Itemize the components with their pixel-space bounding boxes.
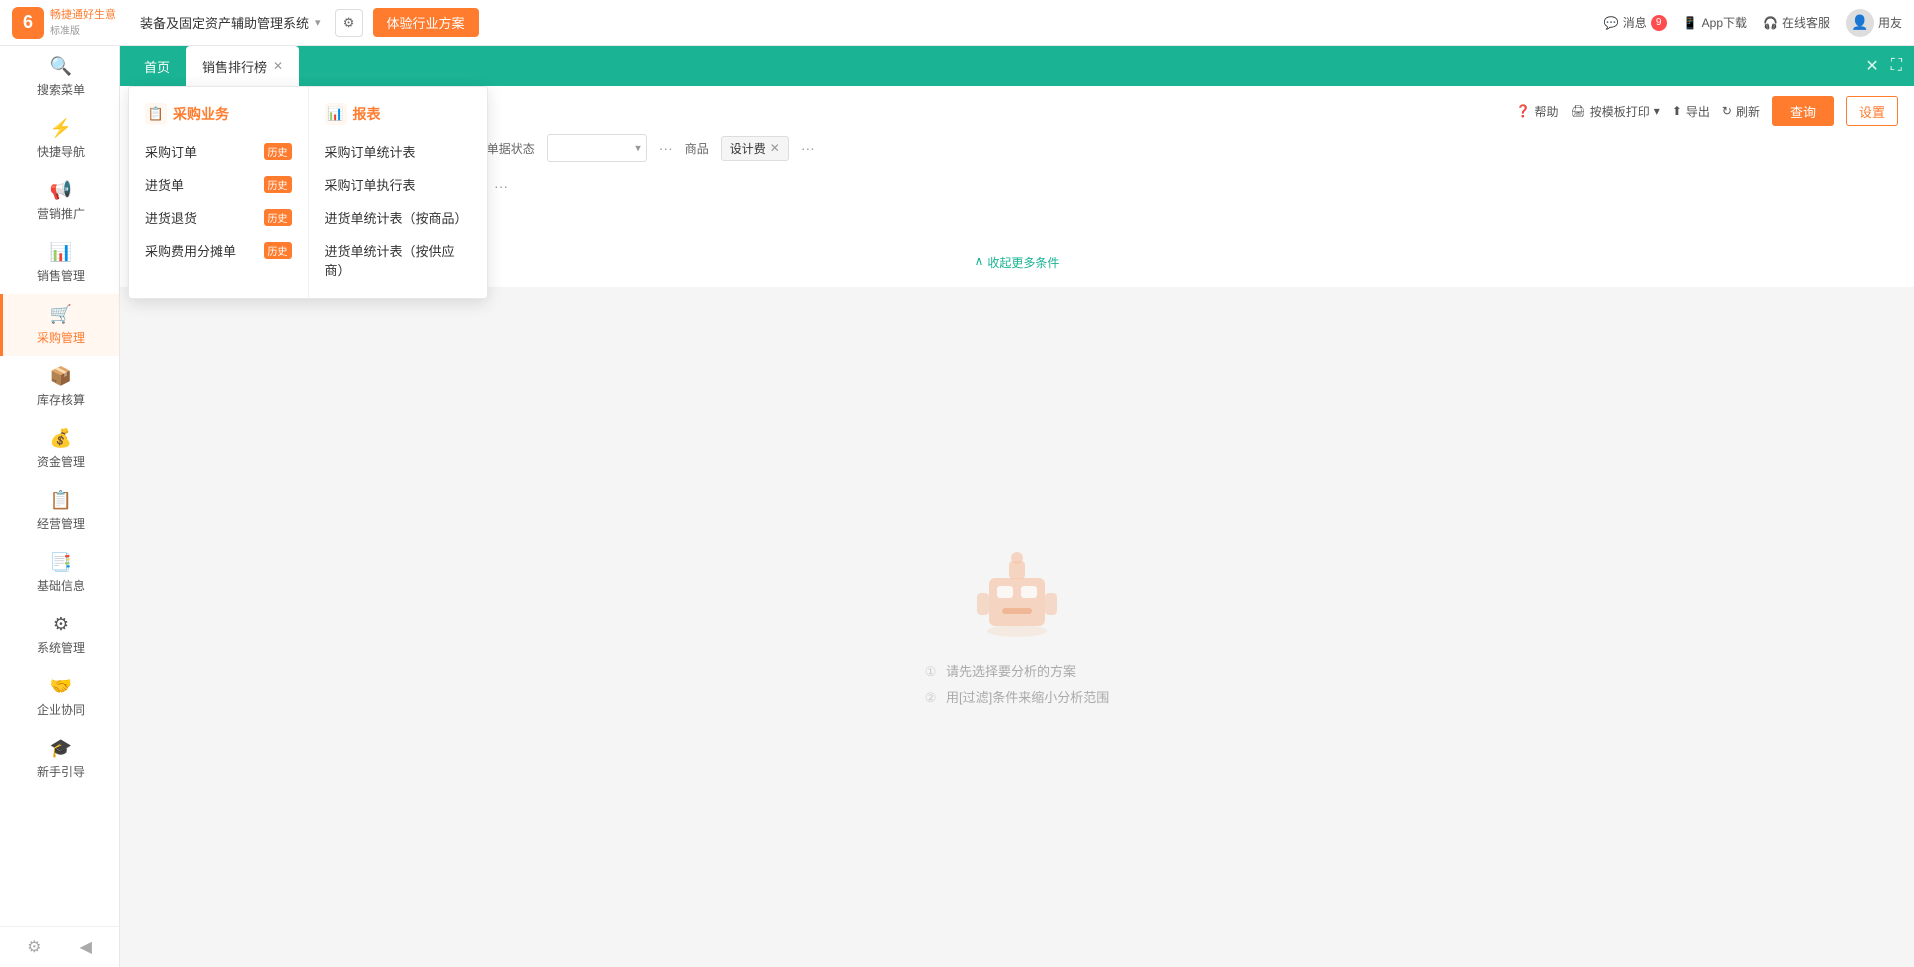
purchase-icon: 🛒 xyxy=(50,304,72,325)
refresh-icon: ↻ xyxy=(1722,104,1732,118)
sidebar-item-quick-nav[interactable]: ⚡ 快捷导航 xyxy=(0,108,119,170)
tab-bar: 首页 销售排行榜 ✕ ✕ ⛶ xyxy=(120,46,1914,86)
sidebar: 🔍 搜索菜单 ⚡ 快捷导航 📢 营销推广 📊 销售管理 🛒 采购管理 📦 库存核… xyxy=(0,46,120,967)
report-header: 📊 报表 xyxy=(309,99,488,135)
help-icon: ❓ xyxy=(1516,104,1531,118)
system-title: 装备及固定资产辅助管理系统 ▾ xyxy=(140,13,327,32)
print-button[interactable]: 🖨 按模板打印 ▾ xyxy=(1571,103,1660,120)
sidebar-item-inventory[interactable]: 📦 库存核算 xyxy=(0,356,119,418)
quick-nav-icon: ⚡ xyxy=(50,118,72,139)
system-icon: ⚙ xyxy=(53,614,69,635)
report-icon: 📊 xyxy=(325,103,347,125)
empty-illustration xyxy=(967,543,1067,643)
goods-tag-close[interactable]: ✕ xyxy=(770,141,780,155)
purchase-business-col: 📋 采购业务 采购订单 历史 进货单 历史 进货退货 历史 采购费用分摊单 历史 xyxy=(129,87,308,298)
tab-maximize-btn[interactable]: ⛶ xyxy=(1887,53,1906,79)
report-col: 📊 报表 采购订单统计表 采购订单执行表 进货单统计表（按商品） 进货单统计表（… xyxy=(308,87,488,298)
avatar: 👤 xyxy=(1846,9,1874,37)
message-badge: 9 xyxy=(1651,15,1667,31)
logo-edition: 标准版 xyxy=(50,22,116,37)
sidebar-settings-icon[interactable]: ⚙ xyxy=(27,937,41,957)
sidebar-item-operation[interactable]: 📋 经营管理 xyxy=(0,480,119,542)
sidebar-item-enterprise[interactable]: 🤝 企业协同 xyxy=(0,666,119,728)
sidebar-item-finance[interactable]: 💰 资金管理 xyxy=(0,418,119,480)
dropdown-item-purchase-order-exec[interactable]: 采购订单执行表 xyxy=(309,168,488,201)
dropdown-item-purchase-order[interactable]: 采购订单 历史 xyxy=(129,135,308,168)
goods-tag: 设计费 ✕ xyxy=(721,136,789,161)
settings-button[interactable]: 设置 xyxy=(1846,96,1898,126)
operation-icon: 📋 xyxy=(50,490,72,511)
header-right: 💬 消息 9 📱 App下载 🎧 在线客服 👤 用友 xyxy=(1604,9,1902,37)
purchase-business-header: 📋 采购业务 xyxy=(129,99,308,135)
online-service-button[interactable]: 🎧 在线客服 xyxy=(1763,14,1830,31)
tab-close-btn[interactable]: ✕ xyxy=(1861,52,1882,80)
dropdown-item-receipt-stats-goods[interactable]: 进货单统计表（按商品） xyxy=(309,201,488,234)
app-download-button[interactable]: 📱 App下载 xyxy=(1683,14,1747,31)
base-info-icon: 📑 xyxy=(50,552,72,573)
sidebar-item-marketing[interactable]: 📢 营销推广 xyxy=(0,170,119,232)
finance-icon: 💰 xyxy=(50,428,72,449)
tab-sales-ranking[interactable]: 销售排行榜 ✕ xyxy=(186,46,299,86)
message-button[interactable]: 💬 消息 9 xyxy=(1604,14,1667,31)
sidebar-item-search[interactable]: 🔍 搜索菜单 xyxy=(0,46,119,108)
dropdown-item-goods-return[interactable]: 进货退货 历史 xyxy=(129,201,308,234)
headset-icon: 🎧 xyxy=(1763,16,1778,30)
top-header: 6 畅捷通好生意 标准版 装备及固定资产辅助管理系统 ▾ ⚙ 体验行业方案 💬 … xyxy=(0,0,1914,46)
sidebar-item-system[interactable]: ⚙ 系统管理 xyxy=(0,604,119,666)
sidebar-bottom: ⚙ ◀ xyxy=(0,926,119,967)
dropdown-item-goods-receipt[interactable]: 进货单 历史 xyxy=(129,168,308,201)
settings-icon[interactable]: ⚙ xyxy=(335,9,363,37)
sidebar-item-sales[interactable]: 📊 销售管理 xyxy=(0,232,119,294)
phone-icon: 📱 xyxy=(1683,16,1698,30)
print-icon: 🖨 xyxy=(1571,104,1586,118)
status-select[interactable] xyxy=(547,134,647,162)
goods-more-btn[interactable]: ··· xyxy=(801,140,815,156)
dropdown-item-purchase-order-stats[interactable]: 采购订单统计表 xyxy=(309,135,488,168)
title-dropdown-arrow[interactable]: ▾ xyxy=(315,16,321,29)
logo-text: 畅捷通好生意 xyxy=(50,8,116,22)
status-label: 单据状态 xyxy=(487,140,535,157)
marketing-icon: 📢 xyxy=(50,180,72,201)
empty-hint: ① 请先选择要分析的方案 ② 用[过滤]条件来缩小分析范围 xyxy=(925,659,1110,711)
status-select-wrapper xyxy=(547,134,647,162)
export-icon: ⬆ xyxy=(1672,104,1682,118)
sidebar-collapse-icon[interactable]: ◀ xyxy=(80,937,92,957)
sidebar-item-guide[interactable]: 🎓 新手引导 xyxy=(0,728,119,790)
sidebar-item-base-info[interactable]: 📑 基础信息 xyxy=(0,542,119,604)
enterprise-icon: 🤝 xyxy=(50,676,72,697)
sales-icon: 📊 xyxy=(50,242,72,263)
inventory-icon: 📦 xyxy=(50,366,72,387)
message-icon: 💬 xyxy=(1604,16,1619,30)
help-button[interactable]: ❓ 帮助 xyxy=(1516,103,1559,120)
sidebar-item-purchase[interactable]: 🛒 采购管理 xyxy=(0,294,119,356)
export-button[interactable]: ⬆ 导出 xyxy=(1672,103,1710,120)
print-dropdown-arrow[interactable]: ▾ xyxy=(1654,104,1660,118)
collapse-up-icon: ∧ xyxy=(975,254,984,271)
purchase-business-icon: 📋 xyxy=(145,103,167,125)
salesperson-more-btn[interactable]: ··· xyxy=(494,178,508,194)
purchase-dropdown-menu: 📋 采购业务 采购订单 历史 进货单 历史 进货退货 历史 采购费用分摊单 历史… xyxy=(128,86,488,299)
dropdown-item-receipt-stats-supplier[interactable]: 进货单统计表（按供应商） xyxy=(309,234,488,286)
goods-label: 商品 xyxy=(685,140,709,157)
user-menu[interactable]: 👤 用友 xyxy=(1846,9,1902,37)
refresh-button[interactable]: ↻ 刷新 xyxy=(1722,103,1760,120)
tab-home[interactable]: 首页 xyxy=(128,46,186,86)
logo-area: 6 畅捷通好生意 标准版 xyxy=(12,7,132,39)
logo-icon: 6 xyxy=(12,7,44,39)
status-more-btn[interactable]: ··· xyxy=(659,140,673,156)
tab-bar-right: ✕ ⛶ xyxy=(1861,52,1906,80)
guide-icon: 🎓 xyxy=(50,738,72,759)
search-icon: 🔍 xyxy=(50,56,72,77)
tab-close-icon[interactable]: ✕ xyxy=(273,59,283,73)
query-button[interactable]: 查询 xyxy=(1772,96,1834,126)
empty-state: ① 请先选择要分析的方案 ② 用[过滤]条件来缩小分析范围 xyxy=(120,287,1914,967)
industry-button[interactable]: 体验行业方案 xyxy=(373,8,479,37)
dropdown-item-purchase-expense[interactable]: 采购费用分摊单 历史 xyxy=(129,234,308,267)
